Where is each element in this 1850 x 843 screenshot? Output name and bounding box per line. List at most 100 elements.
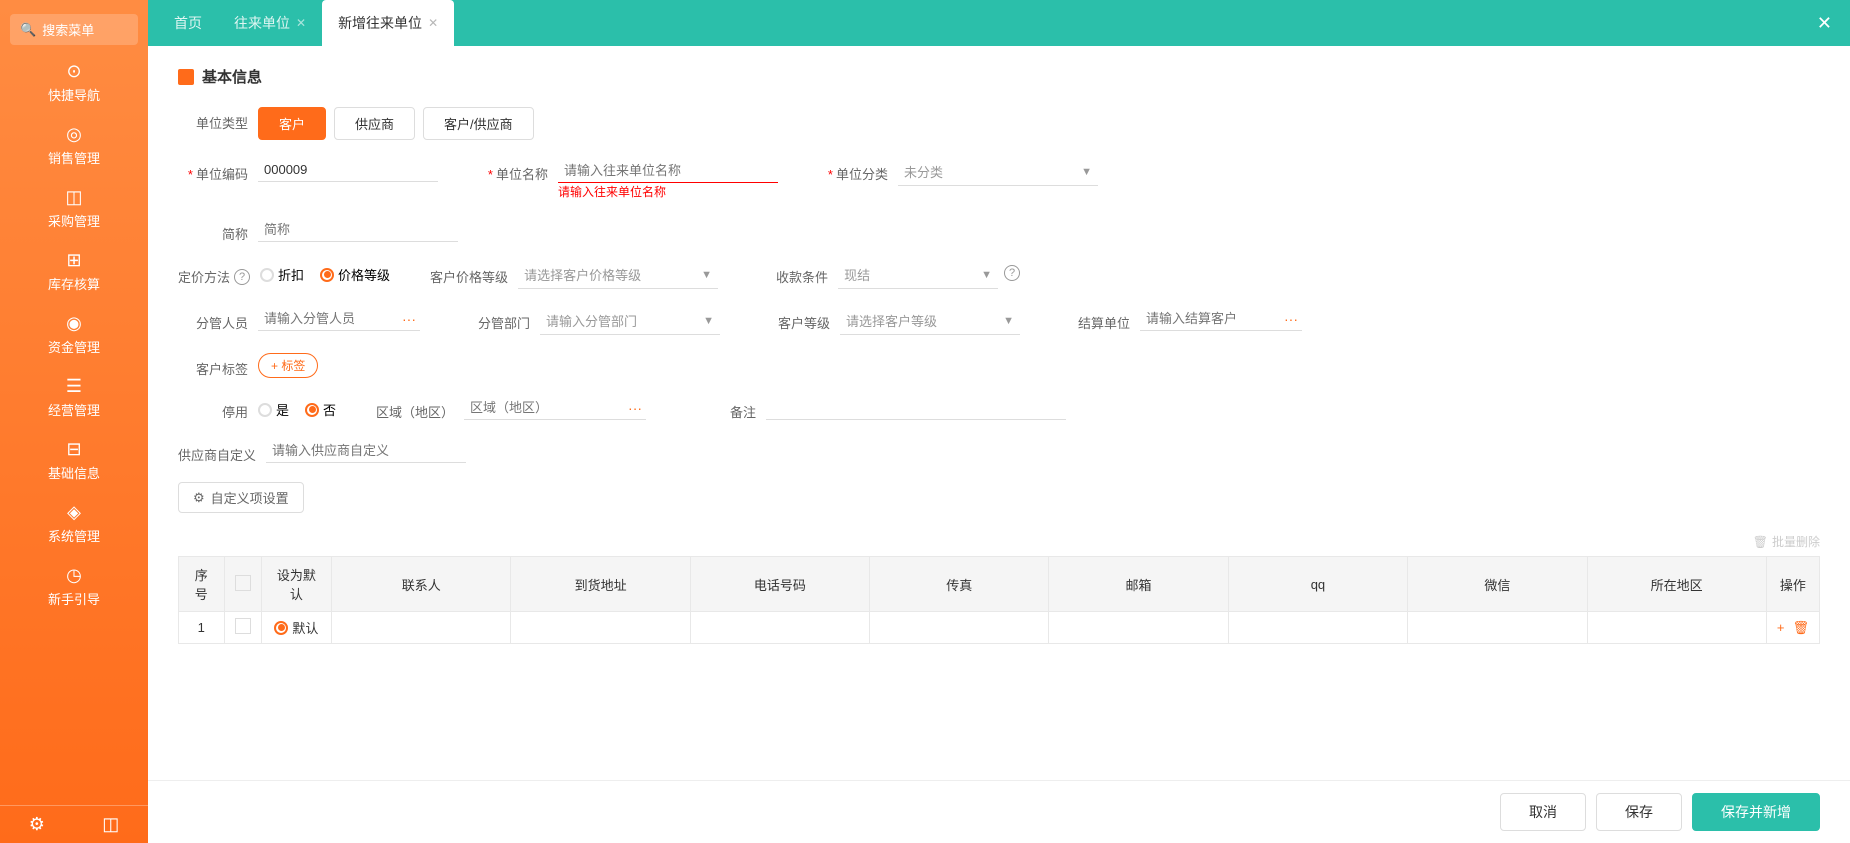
sidebar-item-purchase[interactable]: ◫ 采购管理 <box>0 177 148 240</box>
department-select[interactable]: 请输入分管部门 ▼ <box>540 307 720 335</box>
phone-input[interactable] <box>701 620 859 635</box>
save-new-button[interactable]: 保存并新增 <box>1692 793 1820 831</box>
cell-region[interactable] <box>1587 612 1766 644</box>
qq-input[interactable] <box>1239 620 1397 635</box>
tab-partners-close[interactable]: ✕ <box>296 16 306 30</box>
sidebar-item-guide[interactable]: ◷ 新手引导 <box>0 555 148 618</box>
sidebar-bottom-icon-2[interactable]: ◫ <box>102 814 119 835</box>
disabled-yes[interactable]: 是 <box>258 400 289 419</box>
pricing-label: 定价方法 ? <box>178 261 260 286</box>
sidebar-item-base[interactable]: ⊟ 基础信息 <box>0 429 148 492</box>
discount-radio[interactable] <box>260 268 274 282</box>
disabled-radio-group: 是 否 <box>258 396 336 419</box>
shortname-row: 简称 <box>178 218 1820 243</box>
default-radio[interactable]: 默认 <box>272 618 322 637</box>
custom-settings-row: ⚙ 自定义项设置 <box>178 482 1820 513</box>
sidebar-item-finance[interactable]: ◉ 资金管理 <box>0 303 148 366</box>
disabled-yes-radio[interactable] <box>258 403 272 417</box>
custom-settings-button[interactable]: ⚙ 自定义项设置 <box>178 482 304 513</box>
add-tag-label: + 标签 <box>271 357 305 374</box>
disabled-no-radio[interactable] <box>305 403 319 417</box>
tab-new-partner[interactable]: 新增往来单位 ✕ <box>322 0 454 46</box>
cancel-button[interactable]: 取消 <box>1500 793 1586 831</box>
pricing-discount[interactable]: 折扣 <box>260 265 304 284</box>
sidebar-item-operation[interactable]: ☰ 经营管理 <box>0 366 148 429</box>
sidebar-item-system[interactable]: ◈ 系统管理 <box>0 492 148 555</box>
sidebar-item-sales[interactable]: ◎ 销售管理 <box>0 114 148 177</box>
cell-qq[interactable] <box>1228 612 1407 644</box>
cell-address[interactable] <box>511 612 690 644</box>
sidebar-item-inventory[interactable]: ⊞ 库存核算 <box>0 240 148 303</box>
type-btn-customer[interactable]: 客户 <box>258 107 326 140</box>
sidebar-item-quick-nav[interactable]: ⊙ 快捷导航 <box>0 51 148 114</box>
cell-contact[interactable] <box>332 612 511 644</box>
wechat-input[interactable] <box>1418 620 1576 635</box>
customer-price-select[interactable]: 请选择客户价格等级 ▼ <box>518 261 718 289</box>
pricing-field: 定价方法 ? 折扣 价格等级 <box>178 261 390 286</box>
tab-partners[interactable]: 往来单位 ✕ <box>218 0 322 46</box>
price-level-radio[interactable] <box>320 268 334 282</box>
sidebar-item-label: 快捷导航 <box>48 85 100 104</box>
customer-level-select[interactable]: 请选择客户等级 ▼ <box>840 307 1020 335</box>
category-select[interactable]: 未分类 ▼ <box>898 158 1098 186</box>
region-dots-btn[interactable]: ··· <box>624 400 646 416</box>
settlement-dots-btn[interactable]: ··· <box>1280 311 1302 327</box>
select-all-checkbox[interactable] <box>235 575 251 591</box>
email-input[interactable] <box>1059 620 1217 635</box>
fax-input[interactable] <box>880 620 1038 635</box>
supplier-custom-input[interactable] <box>266 439 466 463</box>
code-input[interactable]: 000009 <box>258 158 438 182</box>
cell-email[interactable] <box>1049 612 1228 644</box>
add-row-icon[interactable]: + <box>1777 620 1785 636</box>
save-button[interactable]: 保存 <box>1596 793 1682 831</box>
disabled-no[interactable]: 否 <box>305 400 336 419</box>
sidebar-item-label: 系统管理 <box>48 526 100 545</box>
manager-input[interactable] <box>258 307 398 330</box>
customer-price-label: 客户价格等级 <box>430 261 518 286</box>
cell-action: + 🗑 <box>1766 612 1819 644</box>
type-btn-both[interactable]: 客户/供应商 <box>423 107 534 140</box>
customer-level-arrow: ▼ <box>1003 315 1014 327</box>
pricing-help-icon[interactable]: ? <box>234 269 250 285</box>
notes-input[interactable] <box>766 396 1066 420</box>
contact-input[interactable] <box>342 620 500 635</box>
col-fax: 传真 <box>870 557 1049 612</box>
default-radio-circle[interactable] <box>274 621 288 635</box>
row-checkbox[interactable] <box>235 618 251 634</box>
settlement-input[interactable] <box>1140 307 1280 330</box>
payment-select[interactable]: 现结 ▼ <box>838 261 998 289</box>
manager-label: 分管人员 <box>178 307 258 332</box>
pricing-level[interactable]: 价格等级 <box>320 265 390 284</box>
payment-help-icon[interactable]: ? <box>1004 265 1020 281</box>
cell-fax[interactable] <box>870 612 1049 644</box>
section-title: 基本信息 <box>178 66 1820 87</box>
disabled-no-label: 否 <box>323 400 336 419</box>
name-input[interactable] <box>558 159 778 183</box>
cell-phone[interactable] <box>690 612 869 644</box>
content-area: 基本信息 单位类型 客户 供应商 客户/供应商 单位编码 000009 单位名称 <box>148 46 1850 780</box>
sidebar-bottom-icon-1[interactable]: ⚙ <box>29 814 45 835</box>
col-checkbox <box>224 557 261 612</box>
sidebar-search[interactable]: 🔍 搜索菜单 <box>10 14 138 45</box>
guide-icon: ◷ <box>66 565 82 586</box>
region-table-input[interactable] <box>1598 620 1756 635</box>
tab-partners-label: 往来单位 <box>234 13 290 33</box>
delete-row-icon[interactable]: 🗑 <box>1792 620 1809 636</box>
address-input[interactable] <box>521 620 679 635</box>
shortname-input[interactable] <box>258 218 458 242</box>
tab-home[interactable]: 首页 <box>158 0 218 46</box>
supplier-custom-field: 供应商自定义 <box>178 439 466 464</box>
manager-dots-btn[interactable]: ··· <box>398 311 420 327</box>
sidebar-item-label: 销售管理 <box>48 148 100 167</box>
cell-wechat[interactable] <box>1408 612 1587 644</box>
footer: 取消 保存 保存并新增 <box>148 780 1850 843</box>
purchase-icon: ◫ <box>65 187 82 208</box>
add-tag-button[interactable]: + 标签 <box>258 353 318 378</box>
settlement-field: 结算单位 ··· <box>1060 307 1302 332</box>
region-input[interactable] <box>464 396 624 419</box>
type-btn-supplier[interactable]: 供应商 <box>334 107 415 140</box>
batch-delete-button[interactable]: 🗑 批量删除 <box>1753 533 1820 550</box>
tab-new-partner-close[interactable]: ✕ <box>428 16 438 30</box>
cell-checkbox[interactable] <box>224 612 261 644</box>
tab-close-all-button[interactable]: ✕ <box>1809 13 1840 34</box>
